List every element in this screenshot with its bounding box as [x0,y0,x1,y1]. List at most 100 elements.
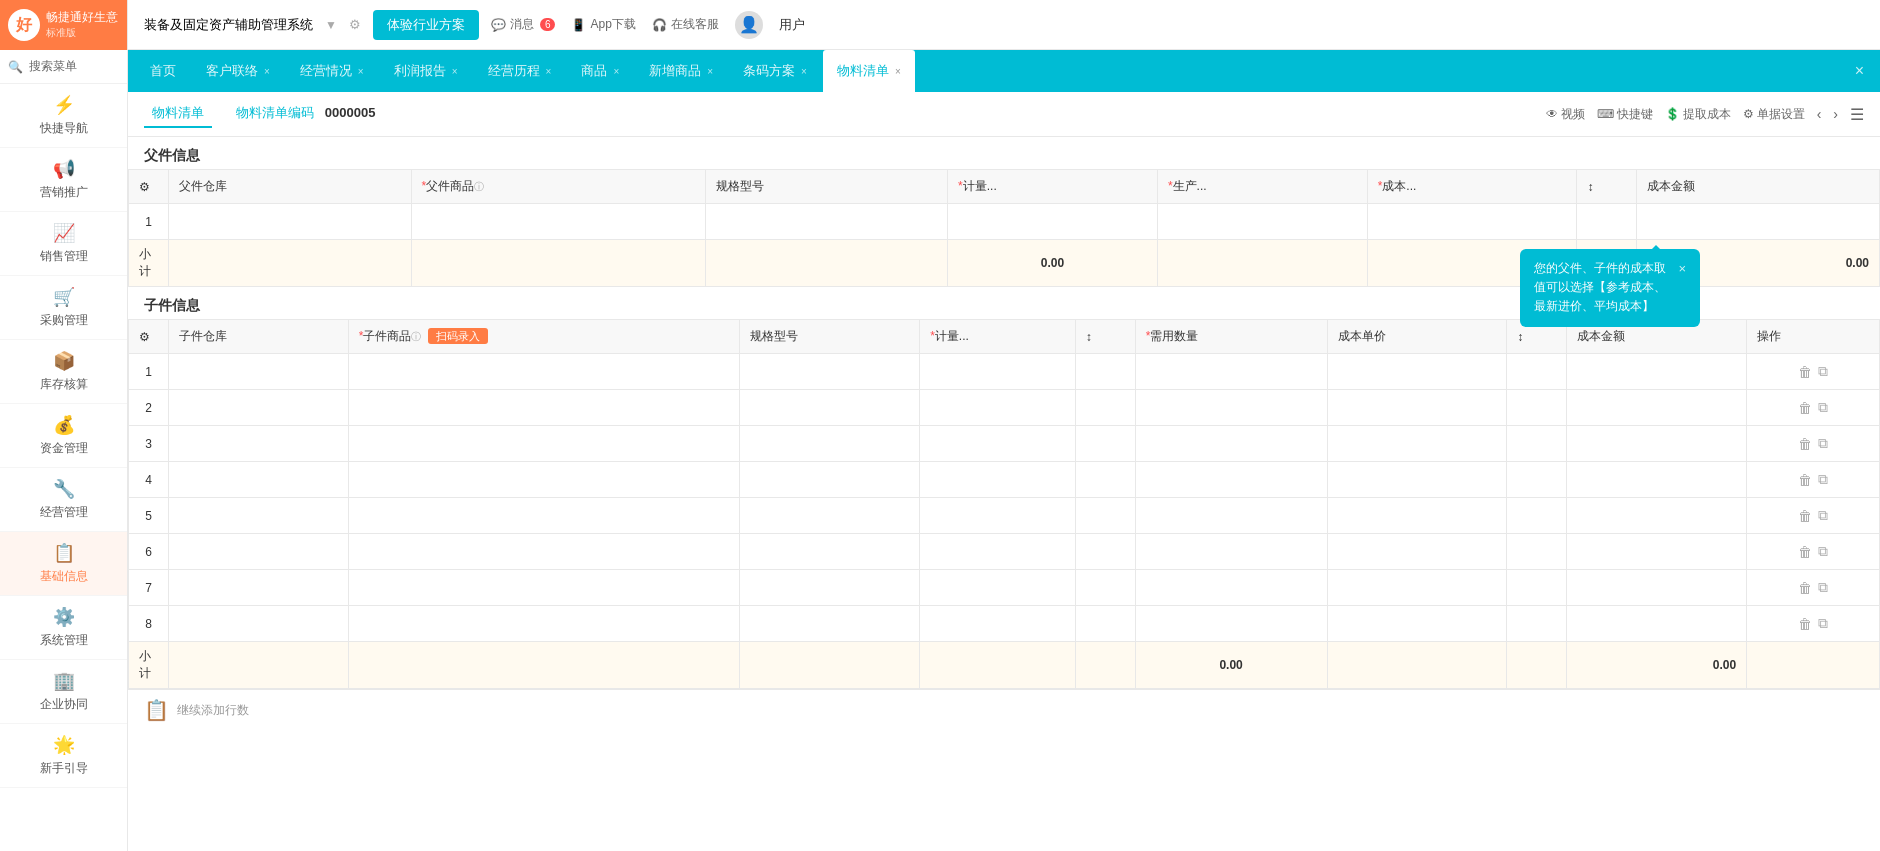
tab-products[interactable]: 商品 × [567,50,633,92]
sidebar-item-operations[interactable]: 🔧 经营管理 [0,468,127,532]
parent-production-1[interactable] [1157,204,1367,240]
sidebar-item-enterprise[interactable]: 🏢 企业协同 [0,660,127,724]
tab-new-product-close[interactable]: × [707,66,713,77]
tab-history[interactable]: 经营历程 × [474,50,566,92]
sidebar-item-finance[interactable]: 💰 资金管理 [0,404,127,468]
sidebar-logo: 好 畅捷通好生意 标准版 [0,0,127,50]
child-subtotal-label: 小计 [139,649,151,680]
tab-customers-close[interactable]: × [264,66,270,77]
sidebar-item-quick-nav[interactable]: ⚡ 快捷导航 [0,84,127,148]
trial-button[interactable]: 体验行业方案 [373,10,479,40]
child-warehouse-1[interactable] [169,354,349,390]
tab-barcode[interactable]: 条码方案 × [729,50,821,92]
tab-products-close[interactable]: × [613,66,619,77]
copy-icon-6[interactable]: ⧉ [1818,543,1828,560]
sidebar-item-inventory[interactable]: 📦 库存核算 [0,340,127,404]
tab-bom-close[interactable]: × [895,66,901,77]
sidebar-item-system[interactable]: ⚙️ 系统管理 [0,596,127,660]
child-row-3: 3 🗑⧉ [129,426,1880,462]
child-qty-1[interactable] [1135,354,1327,390]
online-service-button[interactable]: 🎧 在线客服 [652,16,719,33]
sidebar-label-system: 系统管理 [40,632,88,649]
shortcut-button[interactable]: ⌨ 快捷键 [1597,106,1653,123]
scan-input-button[interactable]: 扫码录入 [428,328,488,344]
nav-next[interactable]: › [1833,106,1838,122]
extract-cost-button[interactable]: 💲 提取成本 [1665,106,1731,123]
copy-icon-4[interactable]: ⧉ [1818,471,1828,488]
tab-bom[interactable]: 物料清单 × [823,50,915,92]
copy-icon-1[interactable]: ⧉ [1818,363,1828,380]
child-col-settings[interactable]: ⚙ [129,320,169,354]
single-settings-button[interactable]: ⚙ 单据设置 [1743,106,1805,123]
nav-close-all[interactable]: × [1847,62,1872,80]
delete-icon-3[interactable]: 🗑 [1798,436,1812,452]
child-subtotal-row: 小计 0.00 0.00 [129,642,1880,689]
delete-icon-1[interactable]: 🗑 [1798,364,1812,380]
child-warehouse-2[interactable] [169,390,349,426]
copy-icon-5[interactable]: ⧉ [1818,507,1828,524]
child-price-1[interactable] [1327,354,1507,390]
sidebar-label-basic-info: 基础信息 [40,568,88,585]
child-spec-1[interactable] [740,354,920,390]
parent-product-1[interactable] [411,204,705,240]
child-unit-2[interactable] [920,390,1075,426]
child-price-2[interactable] [1327,390,1507,426]
sidebar-search[interactable]: 🔍 搜索菜单 [0,50,127,84]
tab-home[interactable]: 首页 [136,50,190,92]
child-product-1[interactable] [348,354,740,390]
parent-col-spec: 规格型号 [705,170,948,204]
tooltip-close-button[interactable]: × [1678,259,1686,280]
copy-icon-3[interactable]: ⧉ [1818,435,1828,452]
child-spec-2[interactable] [740,390,920,426]
sidebar-item-marketing[interactable]: 📢 营销推广 [0,148,127,212]
delete-icon-2[interactable]: 🗑 [1798,400,1812,416]
dropdown-arrow-icon[interactable]: ▼ [325,18,337,32]
tab-operations-status[interactable]: 经营情况 × [286,50,378,92]
tab-profit-close[interactable]: × [452,66,458,77]
nav-prev[interactable]: ‹ [1817,106,1822,122]
tab-ops-close[interactable]: × [358,66,364,77]
grid-view-icon[interactable]: ☰ [1850,105,1864,124]
child-qty-2[interactable] [1135,390,1327,426]
copy-icon-2[interactable]: ⧉ [1818,399,1828,416]
delete-icon-7[interactable]: 🗑 [1798,580,1812,596]
parent-subtotal-empty3 [705,240,948,287]
parent-subtotal-empty1 [169,240,412,287]
copy-icon-8[interactable]: ⧉ [1818,615,1828,632]
tab-barcode-close[interactable]: × [801,66,807,77]
delete-icon-5[interactable]: 🗑 [1798,508,1812,524]
tab-history-close[interactable]: × [546,66,552,77]
delete-icon-6[interactable]: 🗑 [1798,544,1812,560]
sidebar-item-guide[interactable]: 🌟 新手引导 [0,724,127,788]
message-button[interactable]: 💬 消息 6 [491,16,556,33]
message-label: 消息 [510,16,534,33]
view-button[interactable]: 👁 视频 [1546,106,1585,123]
parent-unit-1[interactable] [948,204,1158,240]
add-rows-label[interactable]: 继续添加行数 [177,702,249,719]
guide-icon: 🌟 [53,734,75,756]
parent-col-product: *父件商品ⓘ [411,170,705,204]
tab-new-product[interactable]: 新增商品 × [635,50,727,92]
sidebar-item-basic-info[interactable]: 📋 基础信息 [0,532,127,596]
user-avatar[interactable]: 👤 [735,11,763,39]
copy-icon-7[interactable]: ⧉ [1818,579,1828,596]
parent-col-settings[interactable]: ⚙ [129,170,169,204]
delete-icon-8[interactable]: 🗑 [1798,616,1812,632]
add-rows-icon[interactable]: 📋 [144,698,169,722]
parent-spec-1[interactable] [705,204,948,240]
tab-customers[interactable]: 客户联络 × [192,50,284,92]
parent-warehouse-1[interactable] [169,204,412,240]
child-unit-1[interactable] [920,354,1075,390]
parent-cost-1[interactable] [1367,204,1577,240]
tooltip-text: 您的父件、子件的成本取值可以选择【参考成本、最新进价、平均成本】 [1534,261,1666,313]
child-product-2[interactable] [348,390,740,426]
settings-icon[interactable]: ⚙ [349,17,361,32]
sidebar-item-purchase[interactable]: 🛒 采购管理 [0,276,127,340]
tab-profit[interactable]: 利润报告 × [380,50,472,92]
delete-icon-4[interactable]: 🗑 [1798,472,1812,488]
app-download-button[interactable]: 📱 App下载 [571,16,635,33]
sidebar-item-sales[interactable]: 📈 销售管理 [0,212,127,276]
headset-icon: 🎧 [652,18,667,32]
child-row-num-2: 2 [129,390,169,426]
breadcrumb-bom-list[interactable]: 物料清单 [144,100,212,128]
